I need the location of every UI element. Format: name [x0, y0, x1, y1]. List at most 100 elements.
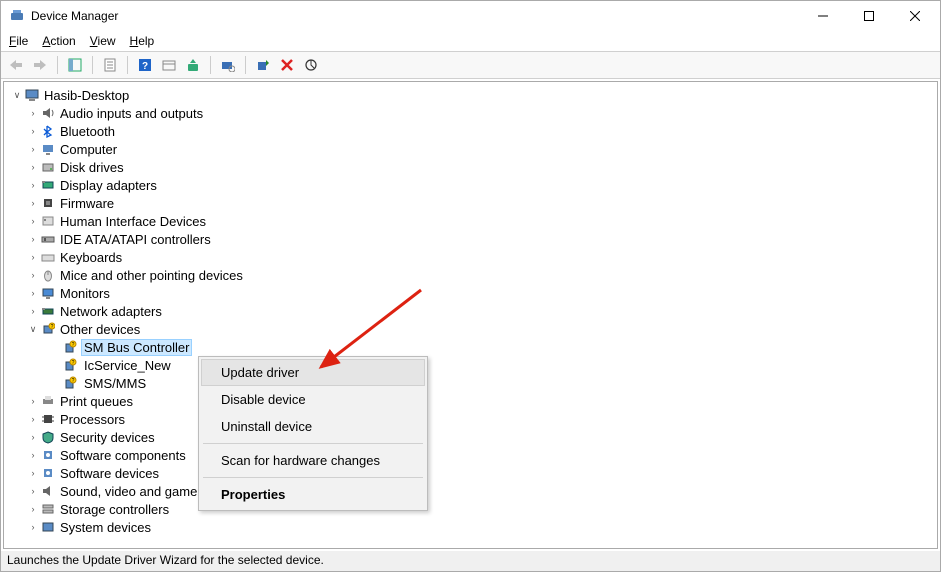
- context-menu: Update driver Disable device Uninstall d…: [198, 356, 428, 511]
- tree-category[interactable]: ›IDE ATA/ATAPI controllers: [4, 230, 937, 248]
- node-label: Display adapters: [60, 178, 157, 193]
- tree-category[interactable]: › Network adapters: [4, 302, 937, 320]
- expand-icon[interactable]: ›: [26, 522, 40, 532]
- device-icon: [40, 267, 56, 283]
- tree-category[interactable]: ›Audio inputs and outputs: [4, 104, 937, 122]
- tree-device-item[interactable]: ?SM Bus Controller: [4, 338, 937, 356]
- maximize-button[interactable]: [846, 1, 892, 31]
- enable-device-button[interactable]: [252, 54, 274, 76]
- svg-text:?: ?: [72, 378, 75, 384]
- help-button[interactable]: ?: [134, 54, 156, 76]
- node-label: Monitors: [60, 286, 110, 301]
- device-icon: [40, 195, 56, 211]
- context-disable-device[interactable]: Disable device: [201, 386, 425, 413]
- tree-category[interactable]: › Bluetooth: [4, 122, 937, 140]
- menu-help[interactable]: Help: [130, 34, 155, 48]
- expand-icon[interactable]: ›: [26, 144, 40, 154]
- tree-category[interactable]: ›Disk drives: [4, 158, 937, 176]
- update-driver-button[interactable]: [182, 54, 204, 76]
- expand-icon[interactable]: ›: [26, 198, 40, 208]
- tree-category[interactable]: › Display adapters: [4, 176, 937, 194]
- tree-category-other-devices[interactable]: ∨?Other devices: [4, 320, 937, 338]
- tree-category[interactable]: › Storage controllers: [4, 500, 937, 518]
- node-label: Storage controllers: [60, 502, 169, 517]
- device-icon: [40, 519, 56, 535]
- expand-icon[interactable]: ›: [26, 216, 40, 226]
- uninstall-button[interactable]: [276, 54, 298, 76]
- device-icon: [40, 213, 56, 229]
- expand-icon[interactable]: ›: [26, 126, 40, 136]
- expand-icon[interactable]: ›: [26, 270, 40, 280]
- expand-icon[interactable]: ›: [26, 396, 40, 406]
- expand-icon[interactable]: ›: [26, 504, 40, 514]
- menu-action[interactable]: Action: [42, 34, 75, 48]
- expand-icon[interactable]: ›: [26, 108, 40, 118]
- show-hide-tree-button[interactable]: [64, 54, 86, 76]
- device-icon: [40, 123, 56, 139]
- expand-icon[interactable]: ›: [26, 288, 40, 298]
- context-update-driver[interactable]: Update driver: [201, 359, 425, 386]
- tree-root[interactable]: ∨ Hasib-Desktop: [4, 86, 937, 104]
- disable-device-button[interactable]: [300, 54, 322, 76]
- tree-category[interactable]: ›Software devices: [4, 464, 937, 482]
- menu-file[interactable]: File: [9, 34, 28, 48]
- expand-icon[interactable]: ›: [26, 414, 40, 424]
- tree-category[interactable]: ›Security devices: [4, 428, 937, 446]
- expand-icon[interactable]: ›: [26, 162, 40, 172]
- device-icon: [40, 141, 56, 157]
- node-label: Mice and other pointing devices: [60, 268, 243, 283]
- expand-icon[interactable]: ›: [26, 234, 40, 244]
- collapse-icon[interactable]: ∨: [26, 324, 40, 335]
- close-button[interactable]: [892, 1, 938, 31]
- device-icon: [40, 105, 56, 121]
- svg-text:?: ?: [72, 360, 75, 366]
- tree-category[interactable]: ›Firmware: [4, 194, 937, 212]
- node-label: IcService_New: [82, 358, 173, 373]
- statusbar: Launches the Update Driver Wizard for th…: [1, 551, 940, 571]
- tree-category[interactable]: ›Software components: [4, 446, 937, 464]
- properties-button[interactable]: [99, 54, 121, 76]
- tree-category[interactable]: ›Processors: [4, 410, 937, 428]
- device-icon: [40, 303, 56, 319]
- tree-category[interactable]: ›Sound, video and game controllers: [4, 482, 937, 500]
- device-icon: [40, 249, 56, 265]
- svg-text:?: ?: [51, 324, 54, 330]
- action-icon-button[interactable]: [158, 54, 180, 76]
- tree-device-item[interactable]: ? SMS/MMS: [4, 374, 937, 392]
- tree-category[interactable]: › Monitors: [4, 284, 937, 302]
- tree-category[interactable]: ›Print queues: [4, 392, 937, 410]
- app-icon: [9, 8, 25, 24]
- context-scan-hardware[interactable]: Scan for hardware changes: [201, 447, 425, 474]
- tree-category[interactable]: ›System devices: [4, 518, 937, 536]
- node-label: Network adapters: [60, 304, 162, 319]
- minimize-button[interactable]: [800, 1, 846, 31]
- svg-text:?: ?: [142, 61, 148, 72]
- device-icon: [24, 87, 40, 103]
- tree-category[interactable]: ›Human Interface Devices: [4, 212, 937, 230]
- expand-icon[interactable]: ›: [26, 252, 40, 262]
- menu-view[interactable]: View: [90, 34, 116, 48]
- expand-icon[interactable]: ›: [26, 432, 40, 442]
- expand-icon[interactable]: ›: [26, 450, 40, 460]
- context-uninstall-device[interactable]: Uninstall device: [201, 413, 425, 440]
- expand-icon[interactable]: ›: [26, 486, 40, 496]
- context-properties[interactable]: Properties: [201, 481, 425, 508]
- tree-category[interactable]: › Mice and other pointing devices: [4, 266, 937, 284]
- tree-category[interactable]: ›Computer: [4, 140, 937, 158]
- device-icon: [40, 501, 56, 517]
- expand-icon[interactable]: ∨: [10, 90, 24, 101]
- scan-hardware-button[interactable]: [217, 54, 239, 76]
- tree-category[interactable]: ›Keyboards: [4, 248, 937, 266]
- device-tree-panel[interactable]: ∨Hasib-Desktop›Audio inputs and outputs›…: [3, 81, 938, 549]
- node-label: SMS/MMS: [82, 376, 148, 391]
- node-label: Bluetooth: [60, 124, 115, 139]
- node-label: Hasib-Desktop: [44, 88, 129, 103]
- device-icon: ?: [62, 339, 78, 355]
- window-controls: [800, 1, 938, 31]
- expand-icon[interactable]: ›: [26, 180, 40, 190]
- tree-device-item[interactable]: ? IcService_New: [4, 356, 937, 374]
- context-separator: [203, 477, 423, 478]
- expand-icon[interactable]: ›: [26, 468, 40, 478]
- expand-icon[interactable]: ›: [26, 306, 40, 316]
- device-icon: [40, 285, 56, 301]
